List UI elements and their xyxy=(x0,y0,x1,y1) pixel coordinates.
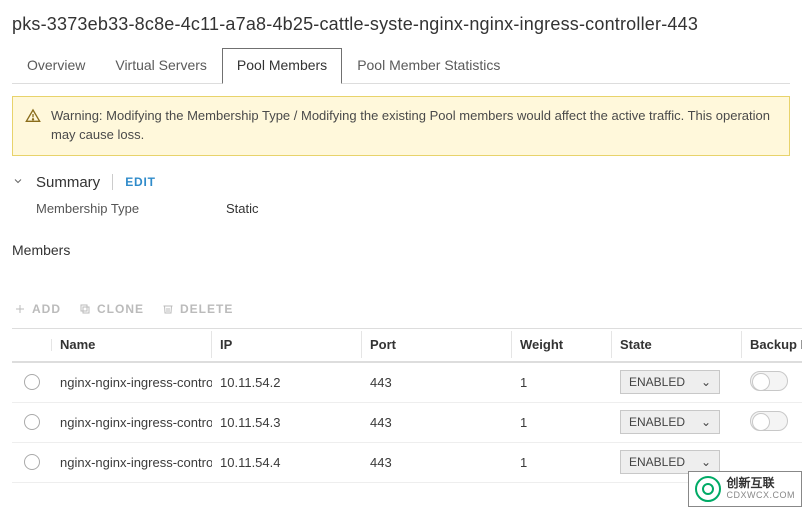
col-backup[interactable]: Backup M xyxy=(742,331,802,358)
clone-icon xyxy=(79,303,91,315)
members-heading: Members xyxy=(0,224,802,268)
table-row: nginx-nginx-ingress-controller 10.11.54.… xyxy=(12,403,802,443)
delete-button[interactable]: DELETE xyxy=(162,302,233,316)
cell-port: 443 xyxy=(362,369,512,396)
backup-toggle[interactable] xyxy=(750,411,788,431)
plus-icon xyxy=(14,303,26,315)
table-row: nginx-nginx-ingress-controller 10.11.54.… xyxy=(12,443,802,483)
tabs: Overview Virtual Servers Pool Members Po… xyxy=(12,47,790,84)
chevron-down-icon: ⌄ xyxy=(697,455,715,469)
edit-button[interactable]: EDIT xyxy=(125,175,156,189)
add-button[interactable]: ADD xyxy=(14,302,61,316)
cell-weight: 1 xyxy=(512,409,612,436)
summary-header: Summary EDIT xyxy=(0,156,802,195)
state-value: ENABLED xyxy=(629,455,685,469)
col-ip[interactable]: IP xyxy=(212,331,362,358)
row-radio[interactable] xyxy=(24,374,40,390)
cell-name: nginx-nginx-ingress-controller xyxy=(52,369,212,396)
summary-body: Membership Type Static xyxy=(0,195,802,224)
warning-banner: Warning: Modifying the Membership Type /… xyxy=(12,96,790,156)
membership-type-value: Static xyxy=(226,201,259,216)
members-toolbar: ADD CLONE DELETE xyxy=(0,268,802,328)
members-table: Name IP Port Weight State Backup M nginx… xyxy=(12,328,802,483)
page-title: pks-3373eb33-8c8e-4c11-a7a8-4b25-cattle-… xyxy=(0,0,802,47)
tab-overview[interactable]: Overview xyxy=(12,48,100,84)
chevron-down-icon: ⌄ xyxy=(697,415,715,429)
state-select[interactable]: ENABLED ⌄ xyxy=(620,410,720,434)
warning-icon xyxy=(25,108,41,124)
cell-weight: 1 xyxy=(512,369,612,396)
row-radio[interactable] xyxy=(24,454,40,470)
watermark-brand: 创新互联 xyxy=(727,477,796,490)
cell-ip: 10.11.54.3 xyxy=(212,409,362,436)
summary-heading: Summary xyxy=(36,174,100,191)
state-value: ENABLED xyxy=(629,415,685,429)
table-row: nginx-nginx-ingress-controller 10.11.54.… xyxy=(12,363,802,403)
tab-pool-members[interactable]: Pool Members xyxy=(222,48,342,84)
cell-ip: 10.11.54.2 xyxy=(212,369,362,396)
col-port[interactable]: Port xyxy=(362,331,512,358)
watermark-sub: CDXWCX.COM xyxy=(727,491,796,501)
add-label: ADD xyxy=(32,302,61,316)
chevron-down-icon[interactable] xyxy=(12,175,24,190)
cell-port: 443 xyxy=(362,409,512,436)
cell-port: 443 xyxy=(362,449,512,476)
watermark: 创新互联 CDXWCX.COM xyxy=(688,471,802,507)
watermark-logo-icon xyxy=(695,476,721,502)
state-value: ENABLED xyxy=(629,375,685,389)
cell-name: nginx-nginx-ingress-controller xyxy=(52,449,212,476)
chevron-down-icon: ⌄ xyxy=(697,375,715,389)
divider xyxy=(112,174,113,190)
row-radio[interactable] xyxy=(24,414,40,430)
col-name[interactable]: Name xyxy=(52,331,212,358)
delete-label: DELETE xyxy=(180,302,233,316)
cell-name: nginx-nginx-ingress-controller xyxy=(52,409,212,436)
clone-label: CLONE xyxy=(97,302,144,316)
clone-button[interactable]: CLONE xyxy=(79,302,144,316)
warning-text: Warning: Modifying the Membership Type /… xyxy=(51,107,777,145)
backup-toggle[interactable] xyxy=(750,371,788,391)
tab-virtual-servers[interactable]: Virtual Servers xyxy=(100,48,222,84)
state-select[interactable]: ENABLED ⌄ xyxy=(620,370,720,394)
cell-weight: 1 xyxy=(512,449,612,476)
table-header: Name IP Port Weight State Backup M xyxy=(12,329,802,363)
trash-icon xyxy=(162,303,174,315)
membership-type-label: Membership Type xyxy=(36,201,226,216)
col-state[interactable]: State xyxy=(612,331,742,358)
cell-ip: 10.11.54.4 xyxy=(212,449,362,476)
tab-pool-member-statistics[interactable]: Pool Member Statistics xyxy=(342,48,515,84)
col-weight[interactable]: Weight xyxy=(512,331,612,358)
